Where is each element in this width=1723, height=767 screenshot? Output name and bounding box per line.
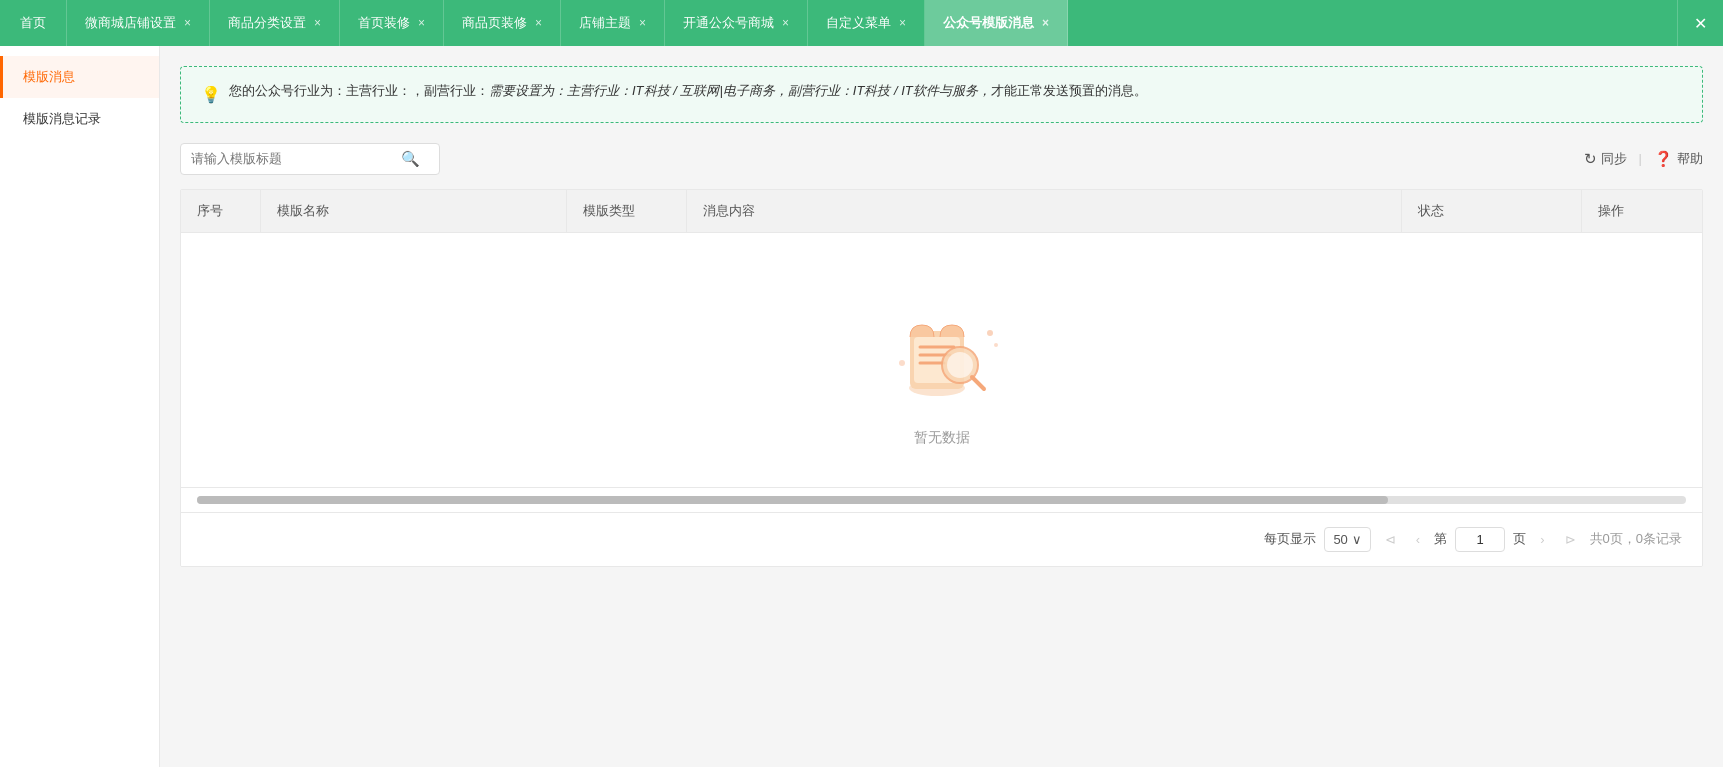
help-label: 帮助 (1677, 150, 1703, 168)
tab-kthsc-close[interactable]: × (782, 16, 789, 30)
notice-text: 您的公众号行业为：主营行业：，副营行业：需要设置为：主营行业：IT科技 / 互联… (229, 81, 1147, 102)
sync-button[interactable]: ↻ 同步 (1584, 150, 1627, 168)
svg-line-8 (972, 377, 984, 389)
sidebar-item-mbxxjl-label: 模版消息记录 (23, 111, 101, 126)
first-page-button[interactable]: ⊲ (1379, 530, 1402, 549)
notice-banner: 💡 您的公众号行业为：主营行业：，副营行业：需要设置为：主营行业：IT科技 / … (180, 66, 1703, 123)
refresh-icon: ↻ (1584, 150, 1597, 168)
per-page-label: 每页显示 (1264, 530, 1316, 548)
page-suffix: 页 (1513, 530, 1526, 548)
svg-point-9 (987, 330, 993, 336)
tab-syzx-close[interactable]: × (418, 16, 425, 30)
tab-wsc[interactable]: 微商城店铺设置 × (67, 0, 210, 46)
tab-dpt[interactable]: 店铺主题 × (561, 0, 665, 46)
empty-state: 暂无数据 (181, 233, 1702, 487)
tab-gzhmbxx-close[interactable]: × (1042, 16, 1049, 30)
close-all-icon: ✕ (1694, 14, 1707, 33)
tab-zdycds-close[interactable]: × (899, 16, 906, 30)
tab-spyzx-label: 商品页装修 (462, 14, 527, 32)
tab-wsc-label: 微商城店铺设置 (85, 14, 176, 32)
tab-kthsc[interactable]: 开通公众号商城 × (665, 0, 808, 46)
search-bar: 🔍 ↻ 同步 | ❓ 帮助 (180, 143, 1703, 175)
per-page-select[interactable]: 50 ∨ (1324, 527, 1370, 552)
scrollbar-track[interactable] (197, 496, 1686, 504)
th-action: 操作 (1582, 190, 1702, 232)
main-layout: 模版消息 模版消息记录 💡 您的公众号行业为：主营行业：，副营行业：需要设置为：… (0, 46, 1723, 767)
tab-pfl[interactable]: 商品分类设置 × (210, 0, 340, 46)
sidebar-item-mbxx[interactable]: 模版消息 (0, 56, 159, 98)
per-page-value: 50 (1333, 532, 1347, 547)
page-prefix: 第 (1434, 530, 1447, 548)
th-index: 序号 (181, 190, 261, 232)
page-input[interactable] (1455, 527, 1505, 552)
tab-home[interactable]: 首页 (0, 0, 67, 46)
tab-syzx-label: 首页装修 (358, 14, 410, 32)
th-content: 消息内容 (687, 190, 1402, 232)
prev-page-button[interactable]: ‹ (1410, 530, 1426, 549)
scrollbar-thumb[interactable] (197, 496, 1388, 504)
horizontal-scrollbar[interactable] (181, 487, 1702, 512)
sidebar-item-mbxxjl[interactable]: 模版消息记录 (0, 98, 159, 140)
help-button[interactable]: ❓ 帮助 (1654, 150, 1703, 168)
tab-syzx[interactable]: 首页装修 × (340, 0, 444, 46)
tab-dpt-label: 店铺主题 (579, 14, 631, 32)
help-circle-icon: ❓ (1654, 150, 1673, 168)
tab-pfl-label: 商品分类设置 (228, 14, 306, 32)
notice-icon: 💡 (201, 82, 221, 108)
empty-text: 暂无数据 (914, 429, 970, 447)
next-page-button[interactable]: › (1534, 530, 1550, 549)
tab-pfl-close[interactable]: × (314, 16, 321, 30)
search-input[interactable] (191, 151, 401, 166)
empty-illustration (882, 293, 1002, 413)
total-info: 共0页，0条记录 (1590, 530, 1682, 548)
tab-gzhmbxx[interactable]: 公众号模版消息 × (925, 0, 1068, 46)
th-status: 状态 (1402, 190, 1582, 232)
th-type: 模版类型 (567, 190, 687, 232)
table-header: 序号 模版名称 模版类型 消息内容 状态 操作 (181, 190, 1702, 233)
content-area: 💡 您的公众号行业为：主营行业：，副营行业：需要设置为：主营行业：IT科技 / … (160, 46, 1723, 767)
search-input-wrap[interactable]: 🔍 (180, 143, 440, 175)
tab-zdycds-label: 自定义菜单 (826, 14, 891, 32)
tab-kthsc-label: 开通公众号商城 (683, 14, 774, 32)
notice-prefix: 您的公众号行业为：主营行业：，副营行业： (229, 83, 489, 98)
sidebar-item-mbxx-label: 模版消息 (23, 69, 75, 84)
tab-bar: 首页 微商城店铺设置 × 商品分类设置 × 首页装修 × 商品页装修 × 店铺主… (0, 0, 1723, 46)
tab-wsc-close[interactable]: × (184, 16, 191, 30)
sidebar: 模版消息 模版消息记录 (0, 46, 160, 767)
th-name: 模版名称 (261, 190, 567, 232)
tab-spyzx[interactable]: 商品页装修 × (444, 0, 561, 46)
tab-close-all-button[interactable]: ✕ (1677, 0, 1723, 46)
notice-highlight: 需要设置为：主营行业：IT科技 / 互联网|电子商务，副营行业：IT科技 / I… (489, 83, 991, 98)
tab-gzhmbxx-label: 公众号模版消息 (943, 14, 1034, 32)
svg-point-10 (994, 343, 998, 347)
toolbar-right: ↻ 同步 | ❓ 帮助 (1584, 150, 1703, 168)
tab-spyzx-close[interactable]: × (535, 16, 542, 30)
tab-zdycds[interactable]: 自定义菜单 × (808, 0, 925, 46)
notice-suffix: 才能正常发送预置的消息。 (991, 83, 1147, 98)
svg-point-11 (899, 360, 905, 366)
data-table: 序号 模版名称 模版类型 消息内容 状态 操作 (180, 189, 1703, 567)
pagination: 每页显示 50 ∨ ⊲ ‹ 第 页 › ⊳ 共0页，0条记录 (181, 512, 1702, 566)
search-icon[interactable]: 🔍 (401, 150, 420, 168)
toolbar-divider: | (1639, 151, 1642, 166)
chevron-down-icon: ∨ (1352, 532, 1362, 547)
last-page-button[interactable]: ⊳ (1559, 530, 1582, 549)
svg-point-7 (947, 352, 973, 378)
sync-label: 同步 (1601, 150, 1627, 168)
tab-home-label: 首页 (20, 14, 46, 32)
tab-dpt-close[interactable]: × (639, 16, 646, 30)
